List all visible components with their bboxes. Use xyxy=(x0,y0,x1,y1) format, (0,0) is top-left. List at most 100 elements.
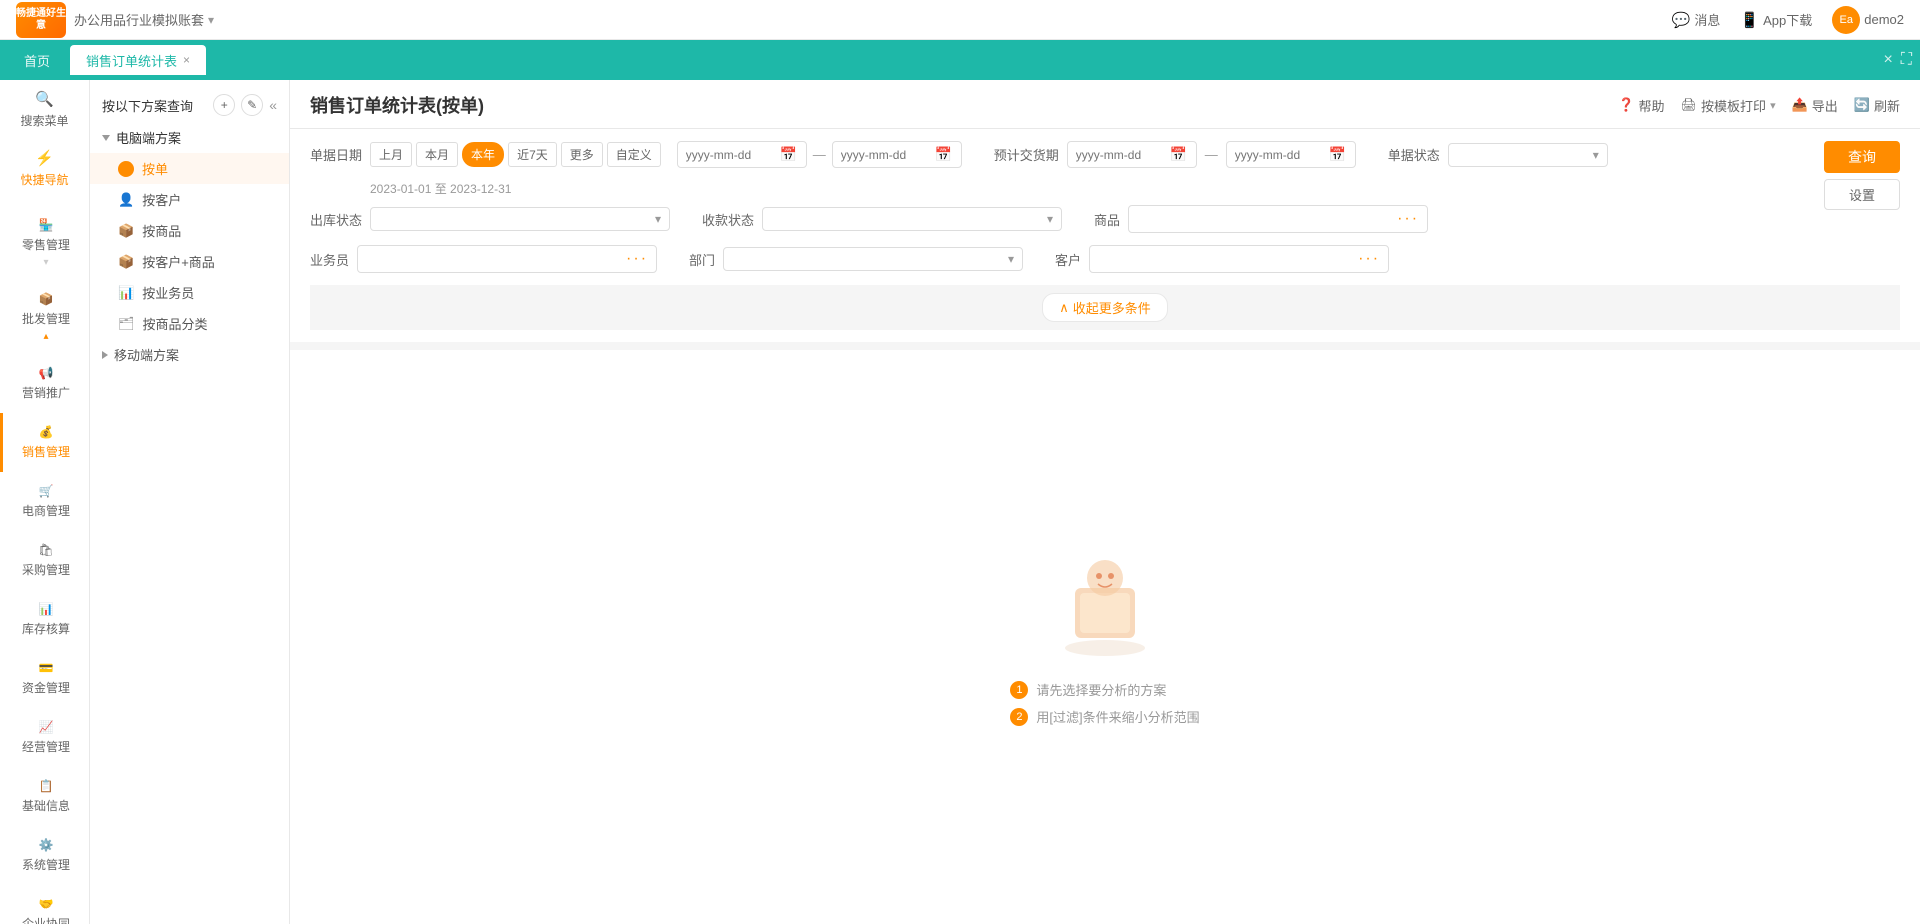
tip-num-2: 2 xyxy=(1010,708,1028,726)
scheme-item-by-customer-product[interactable]: 📦 按客户+商品 xyxy=(90,246,289,277)
date-range-group: 📅 — 📅 xyxy=(677,141,962,168)
user-area[interactable]: Ea demo2 xyxy=(1832,6,1904,34)
collapse-row: ∧ 收起更多条件 xyxy=(310,285,1900,330)
scheme-item-by-order[interactable]: 按单 xyxy=(90,153,289,184)
date-btn-custom[interactable]: 自定义 xyxy=(607,142,661,167)
sidebar-item-marketing[interactable]: 📢 营销推广 xyxy=(0,354,89,413)
wholesale-icon: 📦 xyxy=(39,292,54,306)
message-btn[interactable]: 💬 消息 xyxy=(1672,10,1721,29)
expected-date-to-input[interactable]: 📅 xyxy=(1226,141,1356,168)
filter-date-item: 单据日期 上月 本月 本年 近7天 更多 自定义 xyxy=(310,142,661,167)
tab-sales-order[interactable]: 销售订单统计表 × xyxy=(70,45,206,75)
scheme-item-by-customer[interactable]: 👤 按客户 xyxy=(90,184,289,215)
expected-date-from-input[interactable]: 📅 xyxy=(1067,141,1197,168)
sidebar-item-ecommerce[interactable]: 🛒 电商管理 xyxy=(0,472,89,531)
user-name: demo2 xyxy=(1864,12,1904,27)
customer-field[interactable]: ··· xyxy=(1089,245,1389,273)
collapse-label: 收起更多条件 xyxy=(1073,298,1151,317)
department-label: 部门 xyxy=(689,250,715,269)
sidebar-item-wholesale[interactable]: 📦 批发管理 ▴ xyxy=(0,280,89,354)
date-to-field[interactable] xyxy=(841,148,931,162)
calendar-expected-from-icon: 📅 xyxy=(1170,146,1187,163)
payment-status-select[interactable]: ▾ xyxy=(762,207,1062,231)
print-btn[interactable]: 🖨 按模板打印 ▾ xyxy=(1681,96,1776,115)
pc-scheme-group-header[interactable]: 电脑端方案 xyxy=(90,122,289,153)
date-to-input[interactable]: 📅 xyxy=(832,141,962,168)
add-scheme-btn[interactable]: + xyxy=(213,94,235,116)
sidebar-item-purchase[interactable]: 🛍 采购管理 xyxy=(0,531,89,590)
sidebar-item-wholesale-label: 批发管理 xyxy=(22,310,70,327)
tab-home[interactable]: 首页 xyxy=(8,45,66,75)
collapse-panel-btn[interactable]: « xyxy=(269,97,277,113)
goods-field[interactable]: ··· xyxy=(1128,205,1428,233)
help-btn[interactable]: ❓ 帮助 xyxy=(1618,96,1664,115)
sidebar-item-marketing-label: 营销推广 xyxy=(22,384,70,401)
department-select[interactable]: ▾ xyxy=(723,247,1023,271)
tab-home-label: 首页 xyxy=(24,51,50,70)
customer-input[interactable] xyxy=(1098,252,1358,267)
pc-scheme-label: 电脑端方案 xyxy=(116,128,181,147)
empty-icon-area xyxy=(1045,548,1165,668)
app-title-dropdown[interactable]: 办公用品行业模拟账套 ▾ xyxy=(74,10,214,29)
date-btn-last-month[interactable]: 上月 xyxy=(370,142,412,167)
edit-scheme-btn[interactable]: ✎ xyxy=(241,94,263,116)
salesperson-input[interactable] xyxy=(366,252,626,267)
by-product-category-icon: 🗂 xyxy=(118,316,135,332)
expected-date-to-field[interactable] xyxy=(1235,148,1325,162)
sidebar-item-sales[interactable]: 💰 销售管理 xyxy=(0,413,89,472)
tab-close-icon[interactable]: × xyxy=(183,53,190,67)
export-btn[interactable]: 📤 导出 xyxy=(1792,96,1838,115)
date-btn-this-year[interactable]: 本年 xyxy=(462,142,504,167)
sidebar-item-inventory[interactable]: 📊 库存核算 xyxy=(0,590,89,649)
salesperson-dots[interactable]: ··· xyxy=(626,250,648,268)
expected-date-from-field[interactable] xyxy=(1076,148,1166,162)
bill-status-select[interactable]: ▾ xyxy=(1448,143,1608,167)
plus-icon: + xyxy=(221,98,228,112)
wholesale-arrow: ▴ xyxy=(43,331,48,342)
retail-icon: 🏪 xyxy=(39,218,54,232)
date-btn-more[interactable]: 更多 xyxy=(561,142,603,167)
app-download-btn[interactable]: 📱 App下载 xyxy=(1740,10,1812,29)
scheme-item-by-product[interactable]: 📦 按商品 xyxy=(90,215,289,246)
sidebar-item-enterprise-label: 企业协同 xyxy=(22,915,70,924)
tab-bar: 首页 销售订单统计表 × × ⛶ xyxy=(0,40,1920,80)
mobile-scheme-group[interactable]: 移动端方案 xyxy=(90,339,289,370)
window-close-btn[interactable]: × xyxy=(1883,51,1892,69)
sidebar-item-enterprise[interactable]: 🤝 企业协同 xyxy=(0,885,89,924)
lightning-icon: ⚡ xyxy=(35,149,54,167)
collapse-icon: « xyxy=(269,97,277,113)
query-btn[interactable]: 查询 xyxy=(1824,141,1900,173)
delivery-status-select[interactable]: ▾ xyxy=(370,207,670,231)
date-from-field[interactable] xyxy=(686,148,776,162)
search-icon: 🔍 xyxy=(35,90,54,108)
sidebar-item-retail[interactable]: 🏪 零售管理 ▾ xyxy=(0,206,89,280)
sidebar-item-system[interactable]: ⚙️ 系统管理 xyxy=(0,826,89,885)
collapse-more-btn[interactable]: ∧ 收起更多条件 xyxy=(1042,293,1168,322)
date-dash: — xyxy=(813,147,826,162)
sidebar-item-basic[interactable]: 📋 基础信息 xyxy=(0,767,89,826)
logo-box: 畅捷通好生意 xyxy=(16,2,66,38)
sidebar-item-finance[interactable]: 💳 资金管理 xyxy=(0,649,89,708)
sidebar-item-operation[interactable]: 📈 经营管理 xyxy=(0,708,89,767)
top-bar-left: 畅捷通好生意 办公用品行业模拟账套 ▾ xyxy=(16,2,214,38)
scheme-item-by-product-category[interactable]: 🗂 按商品分类 xyxy=(90,308,289,339)
refresh-btn[interactable]: 🔄 刷新 xyxy=(1854,96,1900,115)
salesperson-field[interactable]: ··· xyxy=(357,245,657,273)
sidebar-quick-nav[interactable]: ⚡ 快捷导航 xyxy=(0,139,89,198)
goods-input[interactable] xyxy=(1137,212,1397,227)
goods-dots[interactable]: ··· xyxy=(1397,210,1419,228)
window-maximize-btn[interactable]: ⛶ xyxy=(1901,51,1912,69)
date-range-display: 2023-01-01 至 2023-12-31 xyxy=(310,180,1812,205)
calendar-expected-to-icon: 📅 xyxy=(1329,146,1346,163)
tip-num-1: 1 xyxy=(1010,681,1028,699)
expected-date-item: 预计交货期 📅 — 📅 xyxy=(994,141,1356,168)
setting-btn[interactable]: 设置 xyxy=(1824,179,1900,210)
payment-status-label: 收款状态 xyxy=(702,210,754,229)
left-panel-header: 按以下方案查询 + ✎ « xyxy=(90,88,289,122)
date-btn-7days[interactable]: 近7天 xyxy=(508,142,557,167)
date-from-input[interactable]: 📅 xyxy=(677,141,807,168)
scheme-item-by-salesperson[interactable]: 📊 按业务员 xyxy=(90,277,289,308)
customer-dots[interactable]: ··· xyxy=(1358,250,1380,268)
date-btn-this-month[interactable]: 本月 xyxy=(416,142,458,167)
sidebar-search-menu[interactable]: 🔍 搜索菜单 xyxy=(0,80,89,139)
